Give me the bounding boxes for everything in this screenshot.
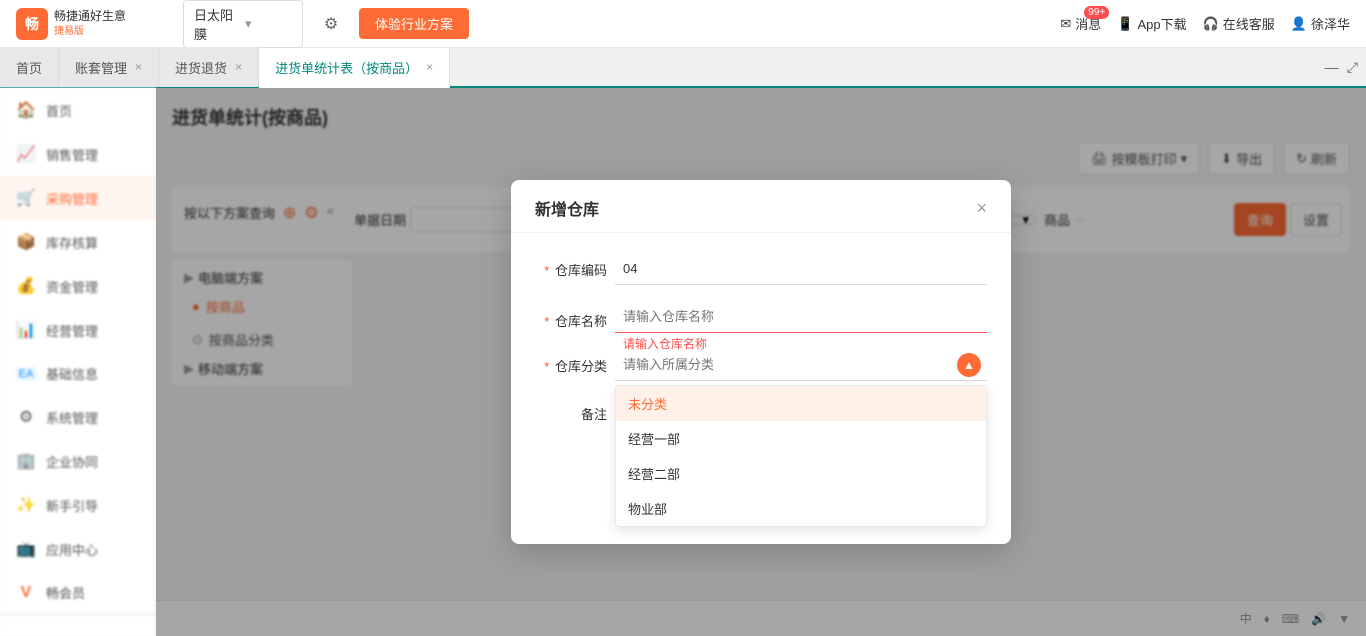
phone-icon: 📱 (1117, 16, 1133, 32)
logo-icon: 畅 (16, 8, 48, 40)
main-layout: 🏠 首页 📈 销售管理 🛒 采购管理 📦 库存核算 💰 资金管理 📊 经营管理 … (0, 88, 1366, 636)
sidebar-item-sales[interactable]: 📈 销售管理 (0, 132, 155, 176)
code-required-star: * (544, 263, 549, 278)
sidebar-item-system[interactable]: ⚙ 系统管理 (0, 395, 155, 439)
sidebar-bottom: ⚙ ▶ (0, 614, 155, 636)
category-required-star: * (544, 359, 549, 374)
note-label: 备注 (535, 397, 615, 423)
top-header: 畅 畅捷通好生意 捷易版 日太阳膜 ▾ ⚙ 体验行业方案 ✉ 消息 99+ 📱 … (0, 0, 1366, 48)
dropdown-item-dept2[interactable]: 经营二部 (616, 456, 986, 491)
app-download-btn[interactable]: 📱 App下载 (1117, 14, 1186, 33)
sidebar-item-purchase[interactable]: 🛒 采购管理 (0, 176, 155, 220)
dialog-header: 新增仓库 × (511, 180, 1011, 233)
dialog-close-btn[interactable]: × (976, 199, 987, 217)
headset-icon: 🎧 (1203, 16, 1219, 32)
new-warehouse-dialog: 新增仓库 × * 仓库编码 (511, 180, 1011, 544)
tab-home[interactable]: 首页 (0, 47, 59, 87)
sidebar-item-inventory[interactable]: 📦 库存核算 (0, 220, 155, 264)
category-field-row: * 仓库分类 ▲ 未分类 经营一部 经营二部 物业部 (535, 349, 987, 381)
dropdown-item-dept1[interactable]: 经营一部 (616, 421, 986, 456)
sidebar-settings-btn[interactable]: ⚙ ▶ (0, 623, 155, 636)
operations-icon: 📊 (16, 320, 36, 340)
tab-close-return[interactable]: × (235, 60, 242, 74)
sidebar-item-finance[interactable]: 💰 资金管理 (0, 264, 155, 308)
online-service-btn[interactable]: 🎧 在线客服 (1203, 14, 1275, 33)
dropdown-item-property[interactable]: 物业部 (616, 491, 986, 526)
tab-account[interactable]: 账套管理 × (59, 47, 159, 87)
logo-area: 畅 畅捷通好生意 捷易版 (16, 8, 171, 40)
category-select-wrap: ▲ 未分类 经营一部 经营二部 物业部 (615, 349, 987, 381)
app-center-icon: 📺 (16, 539, 36, 559)
sidebar-item-home[interactable]: 🏠 首页 (0, 88, 155, 132)
dropdown-item-unclassified[interactable]: 未分类 (616, 386, 986, 421)
inventory-icon: 📦 (16, 232, 36, 252)
sidebar-item-app-center[interactable]: 📺 应用中心 (0, 527, 155, 571)
code-input[interactable] (615, 253, 987, 285)
name-label: * 仓库名称 (535, 304, 615, 330)
tab-close-account[interactable]: × (135, 60, 142, 74)
logo-text: 畅捷通好生意 捷易版 (54, 9, 126, 38)
header-right: ✉ 消息 99+ 📱 App下载 🎧 在线客服 👤 徐泽华 (1060, 14, 1350, 33)
name-required-star: * (544, 314, 549, 329)
content-area: 进货单统计(按商品) 🖨 按模板打印 ▾ ⬇ 导出 ↻ 刷新 (156, 88, 1366, 636)
message-icon: ✉ (1060, 16, 1071, 32)
enterprise-icon: 🏢 (16, 451, 36, 471)
code-field-row: * 仓库编码 (535, 253, 987, 285)
trial-button[interactable]: 体验行业方案 (359, 8, 469, 39)
category-dropdown: 未分类 经营一部 经营二部 物业部 (615, 385, 987, 527)
category-label: * 仓库分类 (535, 349, 615, 375)
tab-purchase-return[interactable]: 进货退货 × (159, 47, 259, 87)
store-selector[interactable]: 日太阳膜 ▾ (183, 0, 303, 48)
tab-maximize-icon[interactable]: ⤢ (1347, 59, 1358, 76)
settings-icon[interactable]: ⚙ (315, 8, 347, 40)
name-input[interactable] (615, 301, 987, 333)
sidebar-item-vip[interactable]: V 畅会员 (0, 571, 155, 614)
dialog-body: * 仓库编码 * 仓库名称 (511, 233, 1011, 457)
messages-btn[interactable]: ✉ 消息 99+ (1060, 14, 1101, 33)
tab-close-stats[interactable]: × (426, 60, 433, 74)
sidebar-item-operations[interactable]: 📊 经营管理 (0, 308, 155, 352)
sidebar-item-basic-info[interactable]: EA 基础信息 (0, 352, 155, 395)
code-label: * 仓库编码 (535, 253, 615, 279)
finance-icon: 💰 (16, 276, 36, 296)
tab-controls: — ⤢ (1317, 59, 1366, 76)
store-dropdown-arrow: ▾ (245, 16, 292, 32)
tab-minimize-icon[interactable]: — (1325, 59, 1339, 75)
basic-info-icon: EA (16, 367, 36, 381)
sidebar: 🏠 首页 📈 销售管理 🛒 采购管理 📦 库存核算 💰 资金管理 📊 经营管理 … (0, 88, 156, 636)
dialog-title: 新增仓库 (535, 196, 599, 220)
name-field-row: * 仓库名称 请输入仓库名称 (535, 301, 987, 333)
user-menu-btn[interactable]: 👤 徐泽华 (1291, 14, 1350, 33)
sales-icon: 📈 (16, 144, 36, 164)
purchase-icon: 🛒 (16, 188, 36, 208)
messages-badge: 99+ (1084, 6, 1109, 19)
user-avatar: 👤 (1291, 16, 1307, 32)
system-icon: ⚙ (16, 407, 36, 427)
dialog-overlay: 新增仓库 × * 仓库编码 (156, 88, 1366, 636)
sidebar-item-enterprise[interactable]: 🏢 企业协同 (0, 439, 155, 483)
home-icon: 🏠 (16, 100, 36, 120)
vip-icon: V (16, 584, 36, 602)
guide-icon: ✨ (16, 495, 36, 515)
sidebar-item-guide[interactable]: ✨ 新手引导 (0, 483, 155, 527)
tab-purchase-stats[interactable]: 进货单统计表（按商品） × (259, 48, 450, 88)
category-input[interactable] (615, 349, 987, 381)
category-toggle-icon[interactable]: ▲ (957, 353, 981, 377)
tab-bar: 首页 账套管理 × 进货退货 × 进货单统计表（按商品） × — ⤢ (0, 48, 1366, 88)
